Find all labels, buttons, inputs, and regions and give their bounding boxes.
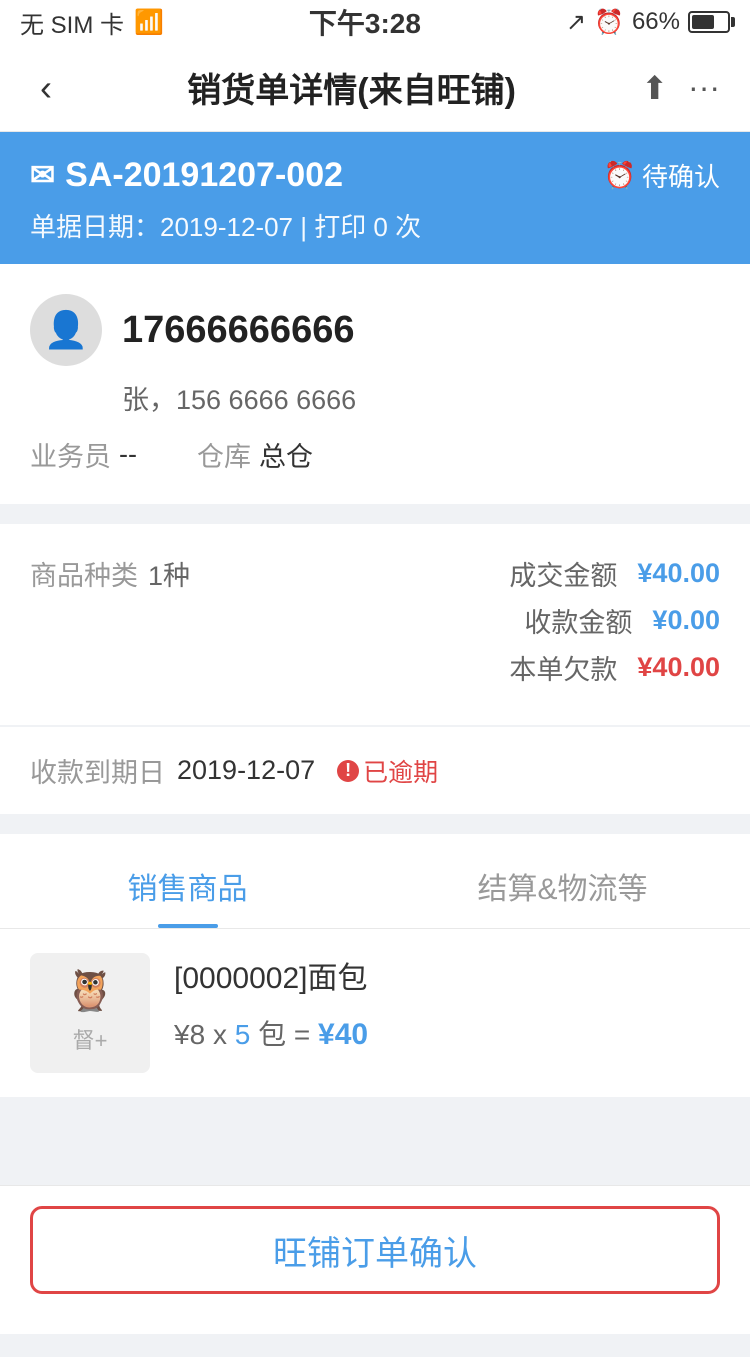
order-id-text: SA-20191207-002 — [65, 156, 343, 195]
received-label: 收款金额 — [524, 601, 632, 640]
product-thumb-logo: 🦉督+ — [65, 969, 115, 1057]
page-title: 销货单详情(来自旺铺) — [187, 63, 516, 112]
product-unit: 包 — [258, 1019, 286, 1050]
deal-amount-value: ¥40.00 — [637, 558, 720, 589]
warehouse-meta: 仓库 总仓 — [197, 435, 313, 474]
nav-actions: ⬆ ··· — [641, 69, 720, 107]
salesperson-value: -- — [119, 439, 137, 470]
customer-card: 👤 17666666666 张，156 6666 6666 业务员 -- 仓库 … — [0, 264, 750, 504]
order-status: ⏰ 待确认 — [604, 157, 720, 194]
order-header: ✉ SA-20191207-002 ⏰ 待确认 单据日期：2019-12-07 … — [0, 132, 750, 264]
deal-amount-line: 成交金额 ¥40.00 — [509, 554, 720, 593]
avatar-icon: 👤 — [44, 309, 89, 351]
customer-row: 👤 17666666666 — [30, 294, 720, 366]
overdue-dot-icon: ! — [337, 760, 359, 782]
order-date: 单据日期：2019-12-07 | 打印 0 次 — [30, 207, 720, 244]
status-right: ↗ ⏰ 66% — [566, 8, 730, 37]
clock: 下午3:28 — [309, 2, 421, 42]
product-kinds-label: 商品种类 — [30, 554, 138, 593]
share-button[interactable]: ⬆ — [641, 69, 668, 107]
product-thumbnail: 🦉督+ — [30, 953, 150, 1073]
salesperson-label: 业务员 — [30, 435, 111, 474]
wifi-icon: 📶 — [134, 8, 164, 37]
status-left: 无 SIM 卡 📶 — [20, 5, 164, 40]
owed-value: ¥40.00 — [637, 652, 720, 683]
order-icon: ✉ — [30, 158, 55, 193]
location-icon: ↗ — [566, 8, 586, 37]
product-kinds: 商品种类 1种 — [30, 554, 190, 593]
product-quantity: 5 — [235, 1019, 251, 1050]
bottom-bar: 旺铺订单确认 — [0, 1185, 750, 1334]
order-id: ✉ SA-20191207-002 — [30, 156, 343, 195]
alarm-icon: ⏰ — [594, 8, 624, 37]
salesperson-meta: 业务员 -- — [30, 435, 137, 474]
product-multiply: x — [213, 1019, 235, 1050]
customer-phone: 17666666666 — [122, 309, 354, 352]
carrier-text: 无 SIM 卡 — [20, 5, 124, 40]
product-equals: = — [294, 1019, 318, 1050]
tab-sales[interactable]: 销售商品 — [0, 834, 375, 928]
divider-1 — [0, 506, 750, 524]
due-date-value: 2019-12-07 — [177, 755, 315, 786]
amount-row: 商品种类 1种 成交金额 ¥40.00 收款金额 ¥0.00 本单欠款 ¥40.… — [30, 554, 720, 695]
product-info: [0000002]面包 ¥8 x 5 包 = ¥40 — [174, 953, 720, 1053]
order-id-row: ✉ SA-20191207-002 ⏰ 待确认 — [30, 156, 720, 195]
divider-2 — [0, 816, 750, 834]
overdue-badge: ! 已逾期 — [337, 753, 438, 789]
battery-percent: 66% — [632, 8, 680, 36]
status-text: 待确认 — [642, 157, 720, 194]
received-amount-line: 收款金额 ¥0.00 — [509, 601, 720, 640]
product-list: 🦉督+ [0000002]面包 ¥8 x 5 包 = ¥40 — [0, 929, 750, 1097]
confirm-order-button[interactable]: 旺铺订单确认 — [30, 1206, 720, 1294]
tabs-bar: 销售商品 结算&物流等 — [0, 834, 750, 929]
table-row: 🦉督+ [0000002]面包 ¥8 x 5 包 = ¥40 — [30, 953, 720, 1073]
tab-settlement-label: 结算&物流等 — [477, 873, 647, 906]
due-date-label: 收款到期日 — [30, 751, 165, 790]
warehouse-label: 仓库 — [197, 435, 251, 474]
product-name: [0000002]面包 — [174, 953, 720, 997]
status-bar: 无 SIM 卡 📶 下午3:28 ↗ ⏰ 66% — [0, 0, 750, 44]
product-kinds-value: 1种 — [148, 554, 190, 593]
product-calc: ¥8 x 5 包 = ¥40 — [174, 1013, 720, 1053]
customer-name: 张，156 6666 6666 — [30, 378, 720, 417]
deal-amount-label: 成交金额 — [509, 554, 617, 593]
due-date-row: 收款到期日 2019-12-07 ! 已逾期 — [0, 727, 750, 814]
status-clock-icon: ⏰ — [604, 160, 636, 191]
battery-icon — [688, 11, 730, 33]
battery-fill — [692, 15, 714, 29]
more-button[interactable]: ··· — [688, 69, 720, 106]
nav-bar: ‹ 销货单详情(来自旺铺) ⬆ ··· — [0, 44, 750, 132]
avatar: 👤 — [30, 294, 102, 366]
tab-sales-label: 销售商品 — [128, 873, 248, 906]
owed-label: 本单欠款 — [509, 648, 617, 687]
amount-card: 商品种类 1种 成交金额 ¥40.00 收款金额 ¥0.00 本单欠款 ¥40.… — [0, 524, 750, 725]
warehouse-value: 总仓 — [259, 435, 313, 474]
overdue-text: 已逾期 — [363, 753, 438, 789]
received-value: ¥0.00 — [652, 605, 720, 636]
amounts-section: 成交金额 ¥40.00 收款金额 ¥0.00 本单欠款 ¥40.00 — [509, 554, 720, 695]
owed-amount-line: 本单欠款 ¥40.00 — [509, 648, 720, 687]
customer-meta: 业务员 -- 仓库 总仓 — [30, 435, 720, 474]
back-button[interactable]: ‹ — [30, 57, 62, 119]
product-total: ¥40 — [318, 1018, 368, 1051]
tab-settlement[interactable]: 结算&物流等 — [375, 834, 750, 928]
product-price: ¥8 — [174, 1019, 205, 1050]
